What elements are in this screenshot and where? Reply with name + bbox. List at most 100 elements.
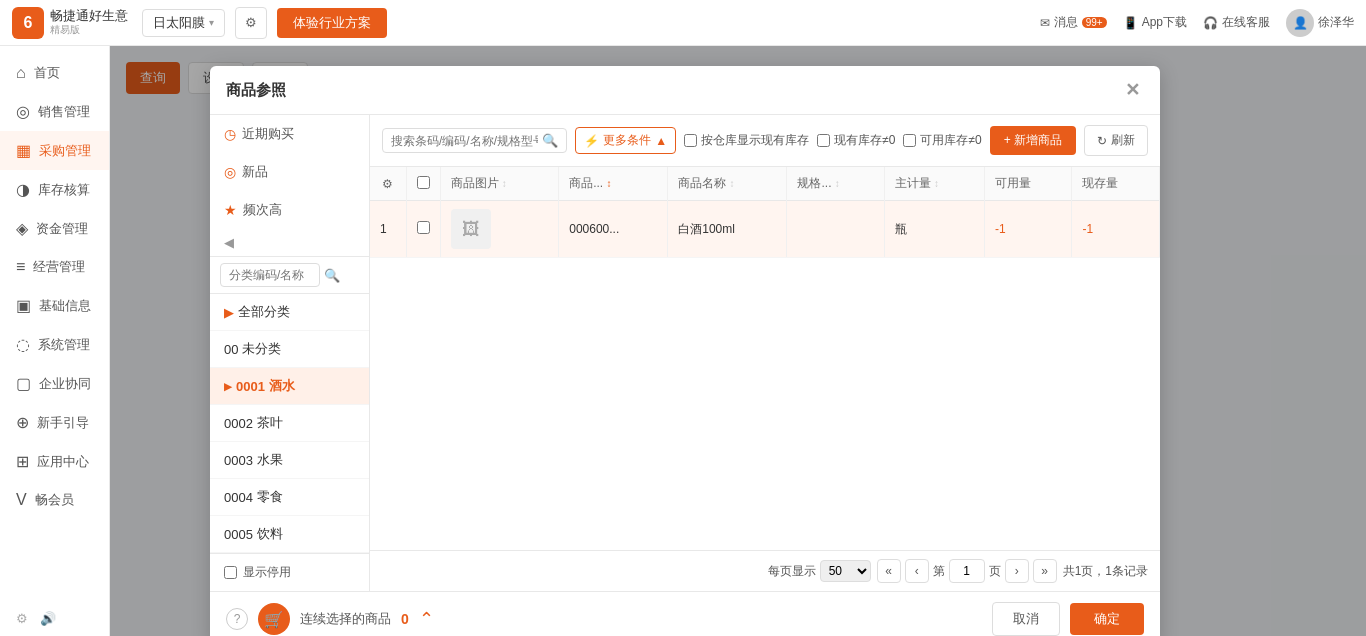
stock-checkbox[interactable] [817, 134, 830, 147]
cart-icon[interactable]: 🛒 [258, 603, 290, 635]
refresh-button[interactable]: ↻ 刷新 [1084, 125, 1148, 156]
cat-code: 0002 [224, 416, 253, 431]
cat-name: 饮料 [257, 525, 283, 543]
available-filter[interactable]: 可用库存≠0 [903, 132, 981, 149]
sidebar-item-purchase[interactable]: ▦ 采购管理 [0, 131, 109, 170]
basic-info-icon: ▣ [16, 296, 31, 315]
per-page-select[interactable]: 50 100 200 [820, 560, 871, 582]
new-product-tab[interactable]: ◎ 新品 [210, 153, 369, 191]
frequent-tab[interactable]: ★ 频次高 [210, 191, 369, 229]
sidebar-item-sales[interactable]: ◎ 销售管理 [0, 92, 109, 131]
per-page-label: 每页显示 [768, 563, 816, 580]
select-all-checkbox[interactable] [417, 176, 430, 189]
apps-icon: ⊞ [16, 452, 29, 471]
show-disabled-label[interactable]: 显示停用 [243, 564, 291, 581]
sidebar-item-label: 应用中心 [37, 453, 89, 471]
sort-icon[interactable]: ↕ [835, 178, 840, 189]
left-sidebar: ⌂ 首页 ◎ 销售管理 ▦ 采购管理 ◑ 库存核算 ◈ 资金管理 ≡ 经营管理 … [0, 46, 110, 636]
sidebar-volume-icon[interactable]: 🔊 [40, 611, 56, 626]
cancel-button[interactable]: 取消 [992, 602, 1060, 636]
online-service-nav-item[interactable]: 🎧 在线客服 [1203, 14, 1270, 31]
guide-icon: ⊕ [16, 413, 29, 432]
sidebar-item-member[interactable]: V 畅会员 [0, 481, 109, 519]
collapse-icon: ◀ [224, 235, 234, 250]
list-item[interactable]: 00 未分类 [210, 331, 369, 368]
member-icon: V [16, 491, 27, 509]
sidebar-item-apps[interactable]: ⊞ 应用中心 [0, 442, 109, 481]
sort-icon[interactable]: ↕ [607, 178, 612, 189]
confirm-button[interactable]: 确定 [1070, 603, 1144, 635]
table-header-row: ⚙ 商品图片 ↕ 商品... [370, 167, 1160, 201]
modal-close-button[interactable]: ✕ [1120, 78, 1144, 102]
sidebar-item-label: 销售管理 [38, 103, 90, 121]
product-search-input[interactable] [391, 134, 538, 148]
footer-collapse-icon[interactable]: ⌃ [419, 608, 434, 630]
sidebar-settings-icon[interactable]: ⚙ [16, 611, 28, 626]
table-row[interactable]: 1 🖼 000600... 白酒100ml [370, 201, 1160, 258]
sort-icon[interactable]: ↕ [502, 178, 507, 189]
trial-button[interactable]: 体验行业方案 [277, 8, 387, 38]
sidebar-item-guide[interactable]: ⊕ 新手引导 [0, 403, 109, 442]
user-nav-item[interactable]: 👤 徐泽华 [1286, 9, 1354, 37]
cat-code: 0004 [224, 490, 253, 505]
messages-nav-item[interactable]: ✉ 消息 99+ [1040, 14, 1107, 31]
row-code-cell: 000600... [559, 201, 668, 258]
first-page-button[interactable]: « [877, 559, 901, 583]
add-product-button[interactable]: + 新增商品 [990, 126, 1076, 155]
list-item[interactable]: 0004 零食 [210, 479, 369, 516]
unit-column-header: 主计量 ↕ [884, 167, 984, 201]
main-layout: ⌂ 首页 ◎ 销售管理 ▦ 采购管理 ◑ 库存核算 ◈ 资金管理 ≡ 经营管理 … [0, 46, 1366, 636]
sidebar-item-home[interactable]: ⌂ 首页 [0, 54, 109, 92]
sidebar-bottom: ⚙ 🔊 [0, 601, 109, 636]
app-download-nav-item[interactable]: 📱 App下载 [1123, 14, 1187, 31]
all-category-label: 全部分类 [238, 303, 290, 321]
prev-page-button[interactable]: ‹ [905, 559, 929, 583]
category-search-input[interactable] [220, 263, 320, 287]
filter-icon: ⚡ [584, 134, 599, 148]
modal-body: ◷ 近期购买 ◎ 新品 ★ 频次高 ◀ [210, 115, 1160, 591]
sidebar-item-finance[interactable]: ◈ 资金管理 [0, 209, 109, 248]
list-item[interactable]: 0005 饮料 [210, 516, 369, 553]
stock-filter[interactable]: 现有库存≠0 [817, 132, 895, 149]
category-collapse-btn[interactable]: ◀ [210, 229, 369, 256]
list-item[interactable]: 0003 水果 [210, 442, 369, 479]
settings-icon[interactable]: ⚙ [235, 7, 267, 39]
sort-icon[interactable]: ↕ [730, 178, 735, 189]
sidebar-item-inventory[interactable]: ◑ 库存核算 [0, 170, 109, 209]
page-number-input[interactable] [949, 559, 985, 583]
finance-icon: ◈ [16, 219, 28, 238]
available-checkbox[interactable] [903, 134, 916, 147]
row-checkbox[interactable] [417, 221, 430, 234]
help-button[interactable]: ? [226, 608, 248, 630]
sidebar-item-label: 资金管理 [36, 220, 88, 238]
sidebar-item-basic-info[interactable]: ▣ 基础信息 [0, 286, 109, 325]
list-item[interactable]: 0002 茶叶 [210, 405, 369, 442]
modal-dialog: 商品参照 ✕ ◷ 近期购买 ◎ 新品 [210, 66, 1160, 636]
sidebar-item-enterprise[interactable]: ▢ 企业协同 [0, 364, 109, 403]
more-filter-button[interactable]: ⚡ 更多条件 ▲ [575, 127, 676, 154]
all-category-item[interactable]: ▶ 全部分类 [210, 294, 369, 331]
show-disabled-checkbox[interactable] [224, 566, 237, 579]
sidebar-item-operation[interactable]: ≡ 经营管理 [0, 248, 109, 286]
headset-icon: 🎧 [1203, 16, 1218, 30]
sidebar-item-system[interactable]: ◌ 系统管理 [0, 325, 109, 364]
recent-purchase-tab[interactable]: ◷ 近期购买 [210, 115, 369, 153]
cat-name: 水果 [257, 451, 283, 469]
warehouse-checkbox[interactable] [684, 134, 697, 147]
list-item[interactable]: ▶ 0001 酒水 [210, 368, 369, 405]
nav-selector[interactable]: 日太阳膜 ▾ [142, 9, 225, 37]
image-column-header: 商品图片 ↕ [440, 167, 559, 201]
cat-code: 0005 [224, 527, 253, 542]
last-page-button[interactable]: » [1033, 559, 1057, 583]
page-navigation: « ‹ 第 页 › » [877, 559, 1057, 583]
category-search-icon[interactable]: 🔍 [324, 268, 340, 283]
next-page-button[interactable]: › [1005, 559, 1029, 583]
messages-badge: 99+ [1082, 17, 1107, 28]
cat-code: 0003 [224, 453, 253, 468]
warehouse-filter[interactable]: 按仓库显示现有库存 [684, 132, 809, 149]
product-search-icon[interactable]: 🔍 [542, 133, 558, 148]
tab-label: 频次高 [243, 201, 282, 219]
sort-icon[interactable]: ↕ [934, 178, 939, 189]
settings-column-header[interactable]: ⚙ [370, 167, 406, 201]
nav-right: ✉ 消息 99+ 📱 App下载 🎧 在线客服 👤 徐泽华 [1040, 9, 1354, 37]
